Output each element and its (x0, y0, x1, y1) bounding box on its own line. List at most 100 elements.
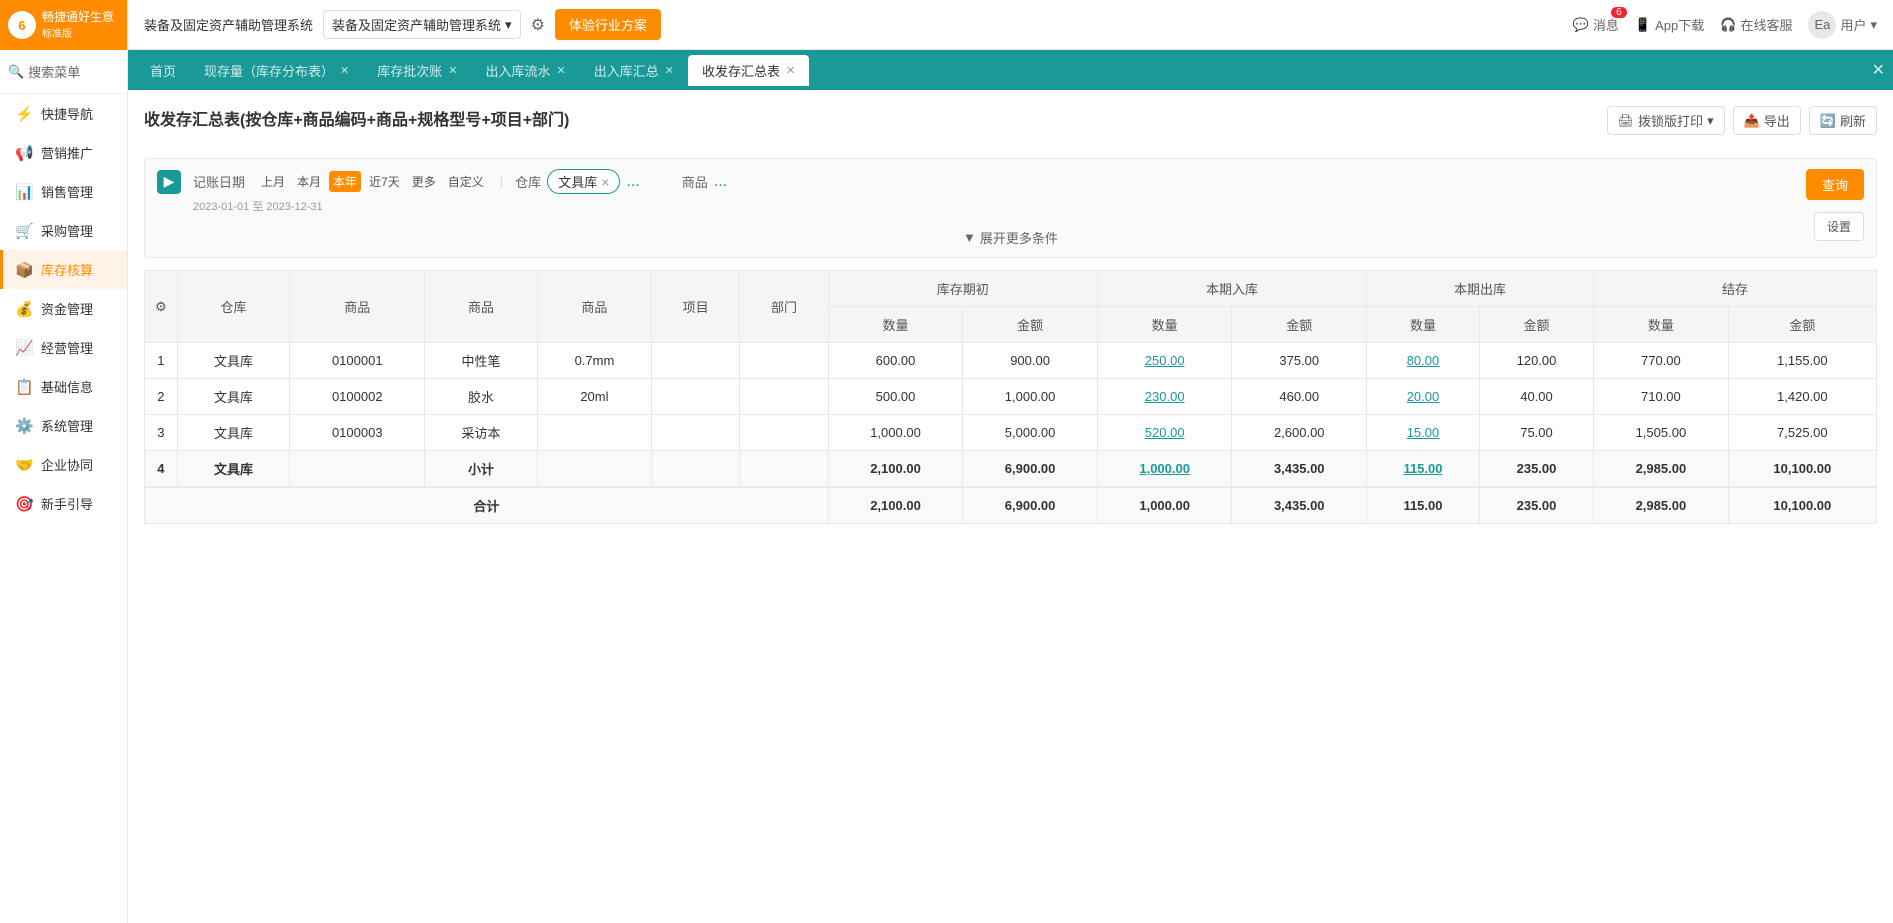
row-in-qty[interactable]: 250.00 (1097, 343, 1232, 379)
avatar: Ea (1808, 11, 1836, 39)
row-bal-amt: 7,525.00 (1728, 415, 1876, 451)
row-open-amt: 1,000.00 (963, 379, 1098, 415)
chevron-down-icon: ▾ (1707, 113, 1714, 129)
sidebar-item-sales[interactable]: 📊 销售管理 (0, 172, 127, 211)
preset-last-month[interactable]: 上月 (257, 171, 289, 192)
tab-close-icon[interactable]: ✕ (448, 64, 457, 77)
tab-close-icon[interactable]: ✕ (557, 64, 566, 77)
close-window-icon[interactable]: ✕ (1872, 60, 1885, 80)
footer-in-amt: 3,435.00 (1232, 487, 1367, 524)
user-button[interactable]: Ea 用户 ▾ (1808, 11, 1877, 39)
system-icon: ⚙️ (15, 417, 33, 435)
settings-button[interactable]: 设置 (1814, 212, 1864, 241)
row-code (290, 451, 425, 488)
sidebar-search[interactable]: 🔍 搜索菜单 (0, 50, 127, 94)
tab-close-icon[interactable]: ✕ (665, 64, 674, 77)
row-warehouse: 文具库 (177, 379, 290, 415)
tab-flow[interactable]: 出入库流水 ✕ (471, 55, 579, 86)
row-code: 0100001 (290, 343, 425, 379)
row-dept (740, 343, 828, 379)
system-selector[interactable]: 装备及固定资产辅助管理系统 ▾ (323, 10, 521, 39)
newuser-icon: 🎯 (15, 495, 33, 513)
row-bal-qty: 770.00 (1594, 343, 1729, 379)
preset-7days[interactable]: 近7天 (365, 171, 404, 192)
row-in-qty[interactable]: 230.00 (1097, 379, 1232, 415)
message-button[interactable]: 💬 消息 6 (1573, 15, 1619, 34)
row-out-amt: 75.00 (1479, 415, 1593, 451)
sidebar-item-inventory[interactable]: 📦 库存核算 (0, 250, 127, 289)
row-warehouse: 文具库 (177, 343, 290, 379)
print-button[interactable]: 🖨 拨锁版打印 ▾ (1607, 106, 1725, 135)
warehouse-more-dots[interactable]: ... (626, 173, 639, 191)
sidebar-item-operations[interactable]: 📈 经营管理 (0, 328, 127, 367)
row-bal-qty: 710.00 (1594, 379, 1729, 415)
tab-recv-send-summary[interactable]: 收发存汇总表 ✕ (688, 55, 809, 86)
quick-nav-icon: ⚡ (15, 105, 33, 123)
row-spec (537, 451, 651, 488)
tab-close-icon[interactable]: ✕ (786, 64, 795, 77)
refresh-button[interactable]: 🔄 刷新 (1809, 106, 1877, 135)
sidebar-item-collab[interactable]: 🤝 企业协同 (0, 445, 127, 484)
footer-bal-amt: 10,100.00 (1728, 487, 1876, 524)
expand-conditions-button[interactable]: ▼ 展开更多条件 (963, 228, 1058, 247)
sidebar-item-purchase[interactable]: 🛒 采购管理 (0, 211, 127, 250)
preset-custom[interactable]: 自定义 (444, 171, 488, 192)
sidebar-item-finance[interactable]: 💰 资金管理 (0, 289, 127, 328)
warehouse-tag: 文具库 × (547, 169, 620, 194)
row-in-qty[interactable]: 520.00 (1097, 415, 1232, 451)
row-out-qty[interactable]: 15.00 (1367, 415, 1480, 451)
table-container: ⚙ 仓库 商品 商品 商品 项目 部门 库存期初 本期入库 本期出库 结存 (144, 270, 1877, 907)
row-out-amt: 235.00 (1479, 451, 1593, 488)
search-menu-button[interactable]: 🔍 搜索菜单 (8, 58, 119, 85)
col-warehouse-header: 仓库 (177, 271, 290, 343)
col-out-qty: 数量 (1367, 307, 1480, 343)
sidebar-item-basic-info[interactable]: 📋 基础信息 (0, 367, 127, 406)
sidebar-logo: 6 畅捷通好生意 标准版 (0, 0, 127, 50)
row-project (652, 343, 740, 379)
row-project (652, 379, 740, 415)
sidebar-item-newuser[interactable]: 🎯 新手引导 (0, 484, 127, 523)
row-bal-amt: 1,155.00 (1728, 343, 1876, 379)
row-warehouse: 文具库 (177, 451, 290, 488)
col-project-header: 项目 (652, 271, 740, 343)
tab-home[interactable]: 首页 (136, 55, 190, 86)
sidebar-item-quick-nav[interactable]: ⚡ 快捷导航 (0, 94, 127, 133)
app-download-button[interactable]: 📱 App下载 (1635, 15, 1704, 34)
sidebar-item-system[interactable]: ⚙️ 系统管理 (0, 406, 127, 445)
sidebar-item-marketing[interactable]: 📢 营销推广 (0, 133, 127, 172)
filter-toggle-button[interactable]: ▶ (157, 170, 181, 194)
row-name: 采访本 (425, 415, 538, 451)
marketing-icon: 📢 (15, 144, 33, 162)
tab-inventory-dist[interactable]: 现存量（库存分布表） ✕ (190, 55, 363, 86)
row-bal-amt: 10,100.00 (1728, 451, 1876, 488)
try-industry-button[interactable]: 体验行业方案 (555, 9, 661, 40)
tab-close-icon[interactable]: ✕ (340, 64, 349, 77)
row-spec: 0.7mm (537, 343, 651, 379)
page-content: 收发存汇总表(按仓库+商品编码+商品+规格型号+项目+部门) 🖨 拨锁版打印 ▾… (128, 90, 1893, 923)
system-title: 装备及固定资产辅助管理系统 (144, 15, 313, 34)
goods-more-dots[interactable]: ... (714, 173, 727, 191)
preset-this-month[interactable]: 本月 (293, 171, 325, 192)
row-in-qty[interactable]: 1,000.00 (1097, 451, 1232, 488)
tab-batch[interactable]: 库存批次账 ✕ (363, 55, 471, 86)
footer-out-qty: 115.00 (1367, 487, 1480, 524)
row-out-qty[interactable]: 20.00 (1367, 379, 1480, 415)
export-button[interactable]: 📤 导出 (1733, 106, 1801, 135)
preset-more[interactable]: 更多 (408, 171, 440, 192)
tab-summary[interactable]: 出入库汇总 ✕ (580, 55, 688, 86)
preset-this-year[interactable]: 本年 (329, 171, 361, 192)
query-button[interactable]: 查询 (1806, 169, 1864, 200)
footer-open-qty: 2,100.00 (828, 487, 963, 524)
row-out-qty[interactable]: 115.00 (1367, 451, 1480, 488)
printer-icon: 🖨 (1618, 113, 1635, 129)
col-settings-header[interactable]: ⚙ (145, 271, 178, 343)
warehouse-tag-close[interactable]: × (601, 175, 609, 189)
row-warehouse: 文具库 (177, 415, 290, 451)
row-no: 2 (145, 379, 178, 415)
row-dept (740, 415, 828, 451)
row-out-qty[interactable]: 80.00 (1367, 343, 1480, 379)
column-settings-icon[interactable]: ⚙ (155, 299, 167, 314)
footer-in-qty: 1,000.00 (1097, 487, 1232, 524)
online-service-button[interactable]: 🎧 在线客服 (1720, 15, 1792, 34)
gear-icon[interactable]: ⚙ (531, 15, 545, 35)
